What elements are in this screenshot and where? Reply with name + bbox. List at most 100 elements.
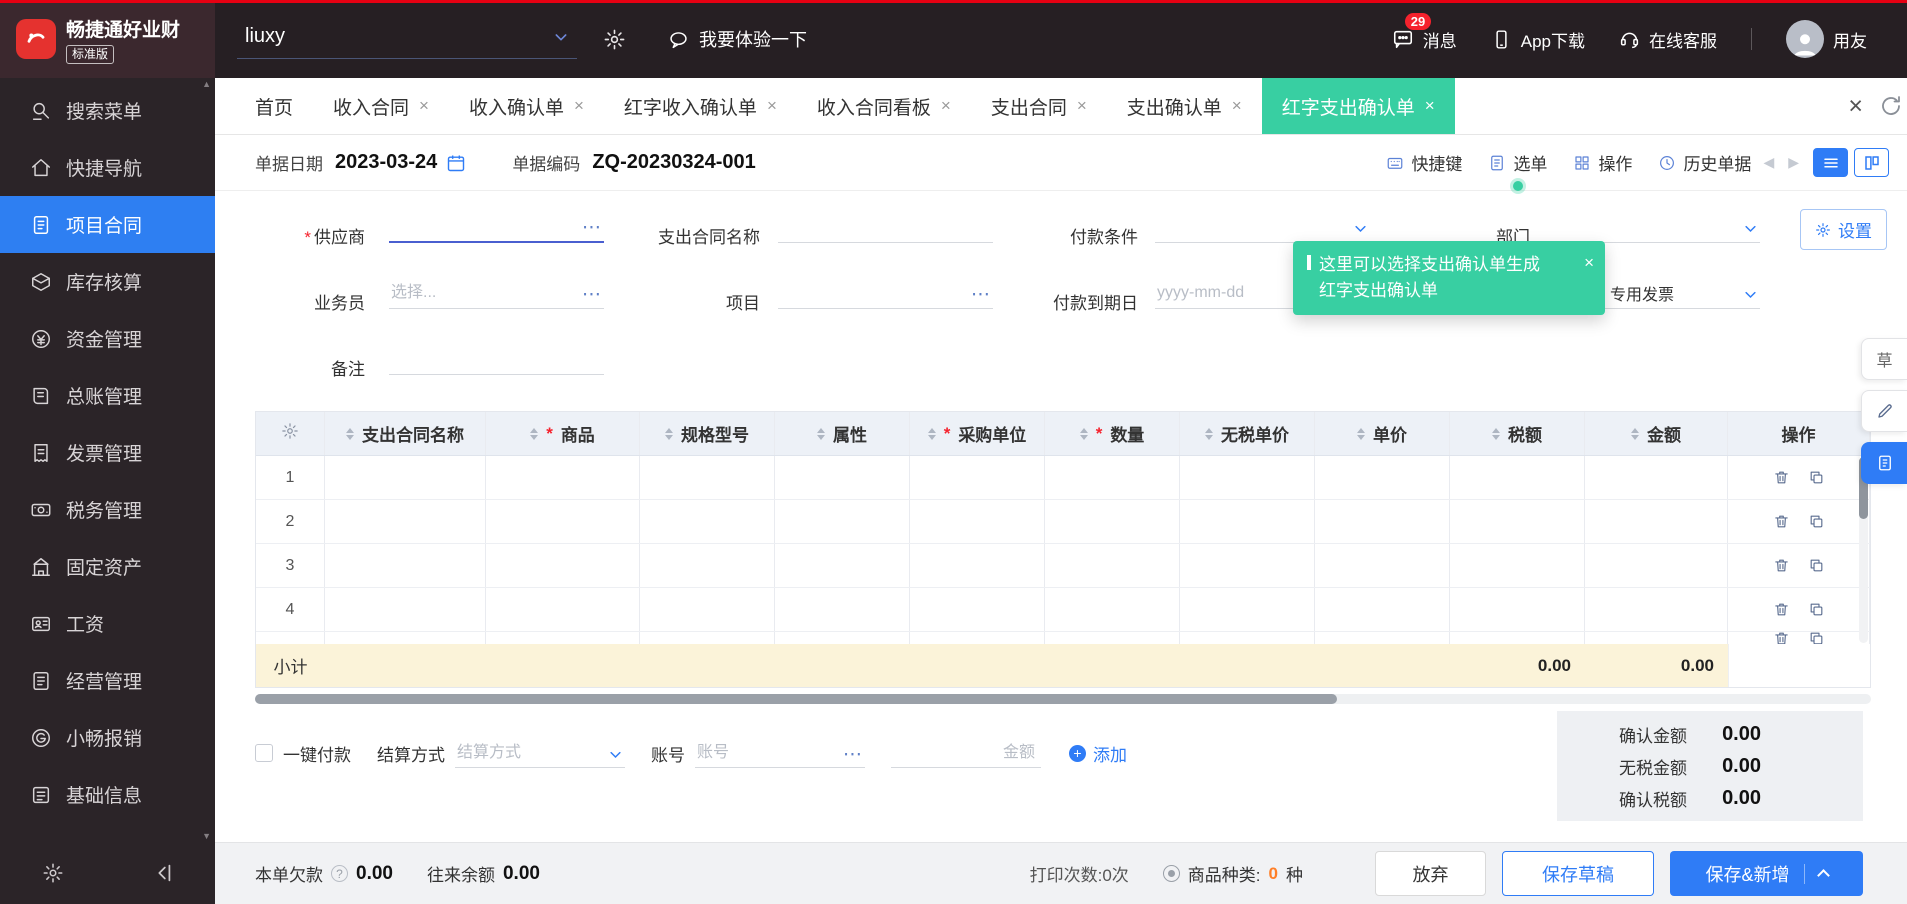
messages-button[interactable]: 29 消息 — [1392, 12, 1457, 52]
tab-close-icon[interactable]: × — [574, 96, 584, 116]
delete-row-icon[interactable] — [1773, 557, 1790, 574]
column-header-6[interactable]: 无税单价 — [1180, 412, 1315, 455]
tab-0[interactable]: 首页 — [235, 78, 313, 134]
amount-field[interactable] — [891, 738, 1041, 768]
payment-terms-input[interactable] — [1155, 211, 1370, 242]
sort-icon[interactable] — [1205, 427, 1213, 440]
chevron-down-icon[interactable] — [1743, 221, 1758, 236]
sidebar-item-base-info[interactable]: 基础信息 — [0, 766, 215, 823]
sort-icon[interactable] — [665, 427, 673, 440]
tab-5[interactable]: 支出合同 × — [971, 78, 1107, 134]
account-field[interactable]: ⋯ — [695, 738, 865, 768]
row-actions-cell[interactable] — [1728, 632, 1870, 644]
tab-refresh-icon[interactable] — [1879, 94, 1903, 118]
copy-row-icon[interactable] — [1808, 601, 1825, 618]
copy-row-icon[interactable] — [1808, 632, 1825, 644]
help-icon[interactable]: ? — [331, 865, 348, 882]
next-doc-icon[interactable]: ▶ — [1788, 154, 1799, 171]
column-header-7[interactable]: 单价 — [1315, 412, 1450, 455]
draft-box-button[interactable]: 草 — [1861, 338, 1907, 380]
row-actions-cell[interactable] — [1728, 544, 1870, 587]
column-header-5[interactable]: * 数量 — [1045, 412, 1180, 455]
user-menu[interactable]: 用友 — [1786, 20, 1867, 58]
online-service-button[interactable]: 在线客服 — [1619, 27, 1717, 52]
tab-3[interactable]: 红字收入确认单 × — [604, 78, 797, 134]
sort-icon[interactable] — [1079, 427, 1088, 440]
doc-action-pick-order[interactable]: 选单 — [1488, 150, 1547, 191]
list-view-toggle[interactable] — [1813, 148, 1848, 177]
copy-row-icon[interactable] — [1808, 513, 1825, 530]
column-header-9[interactable]: 金额 — [1585, 412, 1728, 455]
column-header-8[interactable]: 税额 — [1450, 412, 1585, 455]
settings-button[interactable]: 设置 — [1800, 209, 1887, 250]
column-header-2[interactable]: 规格型号 — [640, 412, 775, 455]
row-actions-cell[interactable] — [1728, 500, 1870, 543]
tab-close-icon[interactable]: × — [767, 96, 777, 116]
doc-action-hotkey[interactable]: 快捷键 — [1386, 150, 1462, 175]
calendar-icon[interactable] — [446, 153, 466, 173]
sort-icon[interactable] — [817, 427, 825, 440]
cancel-button[interactable]: 放弃 — [1375, 851, 1486, 896]
save-draft-button[interactable]: 保存草稿 — [1502, 851, 1654, 896]
tab-2[interactable]: 收入确认单 × — [449, 78, 604, 134]
supplier-field[interactable]: ⋯ — [389, 211, 604, 243]
department-select[interactable] — [1544, 211, 1760, 243]
tooltip-close-icon[interactable]: × — [1584, 250, 1594, 276]
column-header-4[interactable]: * 采购单位 — [910, 412, 1045, 455]
copy-row-icon[interactable] — [1808, 469, 1825, 486]
delete-row-icon[interactable] — [1773, 469, 1790, 486]
doc-action-operate[interactable]: 操作 — [1573, 150, 1632, 175]
column-header-0[interactable]: 支出合同名称 — [325, 412, 486, 455]
sidebar-item-quick-nav[interactable]: 快捷导航 — [0, 139, 215, 196]
doc-date-value[interactable]: 2023-03-24 — [335, 151, 437, 174]
sidebar-item-funds[interactable]: 资金管理 — [0, 310, 215, 367]
sidebar-item-ledger[interactable]: 总账管理 — [0, 367, 215, 424]
tab-close-icon[interactable]: × — [1232, 96, 1242, 116]
sort-icon[interactable] — [927, 427, 936, 440]
account-picker-icon[interactable]: ⋯ — [843, 745, 863, 764]
tab-close-icon[interactable]: × — [941, 96, 951, 116]
topbar-gear-icon[interactable] — [603, 28, 626, 51]
sidebar-item-fixed-assets[interactable]: 固定资产 — [0, 538, 215, 595]
salesman-input[interactable] — [389, 277, 604, 308]
chevron-down-icon[interactable] — [1743, 287, 1758, 302]
vertical-scrollbar[interactable] — [1859, 457, 1868, 643]
sidebar-item-inventory[interactable]: 库存核算 — [0, 253, 215, 310]
settle-method-select[interactable] — [455, 738, 625, 768]
sort-icon[interactable] — [346, 427, 354, 440]
tab-6[interactable]: 支出确认单 × — [1107, 78, 1262, 134]
horizontal-scrollbar-thumb[interactable] — [255, 694, 1337, 704]
experience-button[interactable]: 我要体验一下 — [668, 26, 807, 52]
remark-input[interactable] — [389, 343, 604, 374]
chevron-down-icon[interactable] — [1353, 221, 1368, 236]
settle-method-input[interactable] — [455, 738, 625, 767]
account-input[interactable] — [695, 738, 865, 767]
save-and-new-button[interactable]: 保存&新增 — [1670, 851, 1863, 896]
collapse-sidebar-icon[interactable] — [152, 862, 174, 884]
sort-icon[interactable] — [530, 427, 539, 440]
sidebar-item-project-contract[interactable]: 项目合同 — [0, 196, 215, 253]
row-actions-cell[interactable] — [1728, 588, 1870, 631]
delete-row-icon[interactable] — [1773, 632, 1790, 644]
delete-row-icon[interactable] — [1773, 513, 1790, 530]
tab-1[interactable]: 收入合同 × — [313, 78, 449, 134]
doc-action-history[interactable]: 历史单据 — [1658, 150, 1751, 175]
remark-field[interactable] — [389, 343, 604, 375]
column-header-10[interactable]: 操作 — [1728, 412, 1870, 455]
sidebar-item-salary[interactable]: 工资 — [0, 595, 215, 652]
assistant-button[interactable] — [1861, 442, 1907, 484]
sidebar-item-operations[interactable]: 经营管理 — [0, 652, 215, 709]
amount-input[interactable] — [891, 738, 1041, 767]
tab-4[interactable]: 收入合同看板 × — [797, 78, 971, 134]
tab-close-icon[interactable]: × — [1425, 96, 1435, 116]
tab-7[interactable]: 红字支出确认单 × — [1261, 78, 1455, 134]
close-all-tabs-icon[interactable]: × — [1848, 78, 1863, 134]
card-view-toggle[interactable] — [1854, 148, 1889, 177]
company-select[interactable]: liuxy — [237, 19, 577, 59]
supplier-input[interactable] — [389, 211, 604, 241]
column-header-3[interactable]: 属性 — [775, 412, 910, 455]
sort-icon[interactable] — [1631, 427, 1639, 440]
delete-row-icon[interactable] — [1773, 601, 1790, 618]
tab-close-icon[interactable]: × — [1077, 96, 1087, 116]
row-actions-cell[interactable] — [1728, 456, 1870, 499]
